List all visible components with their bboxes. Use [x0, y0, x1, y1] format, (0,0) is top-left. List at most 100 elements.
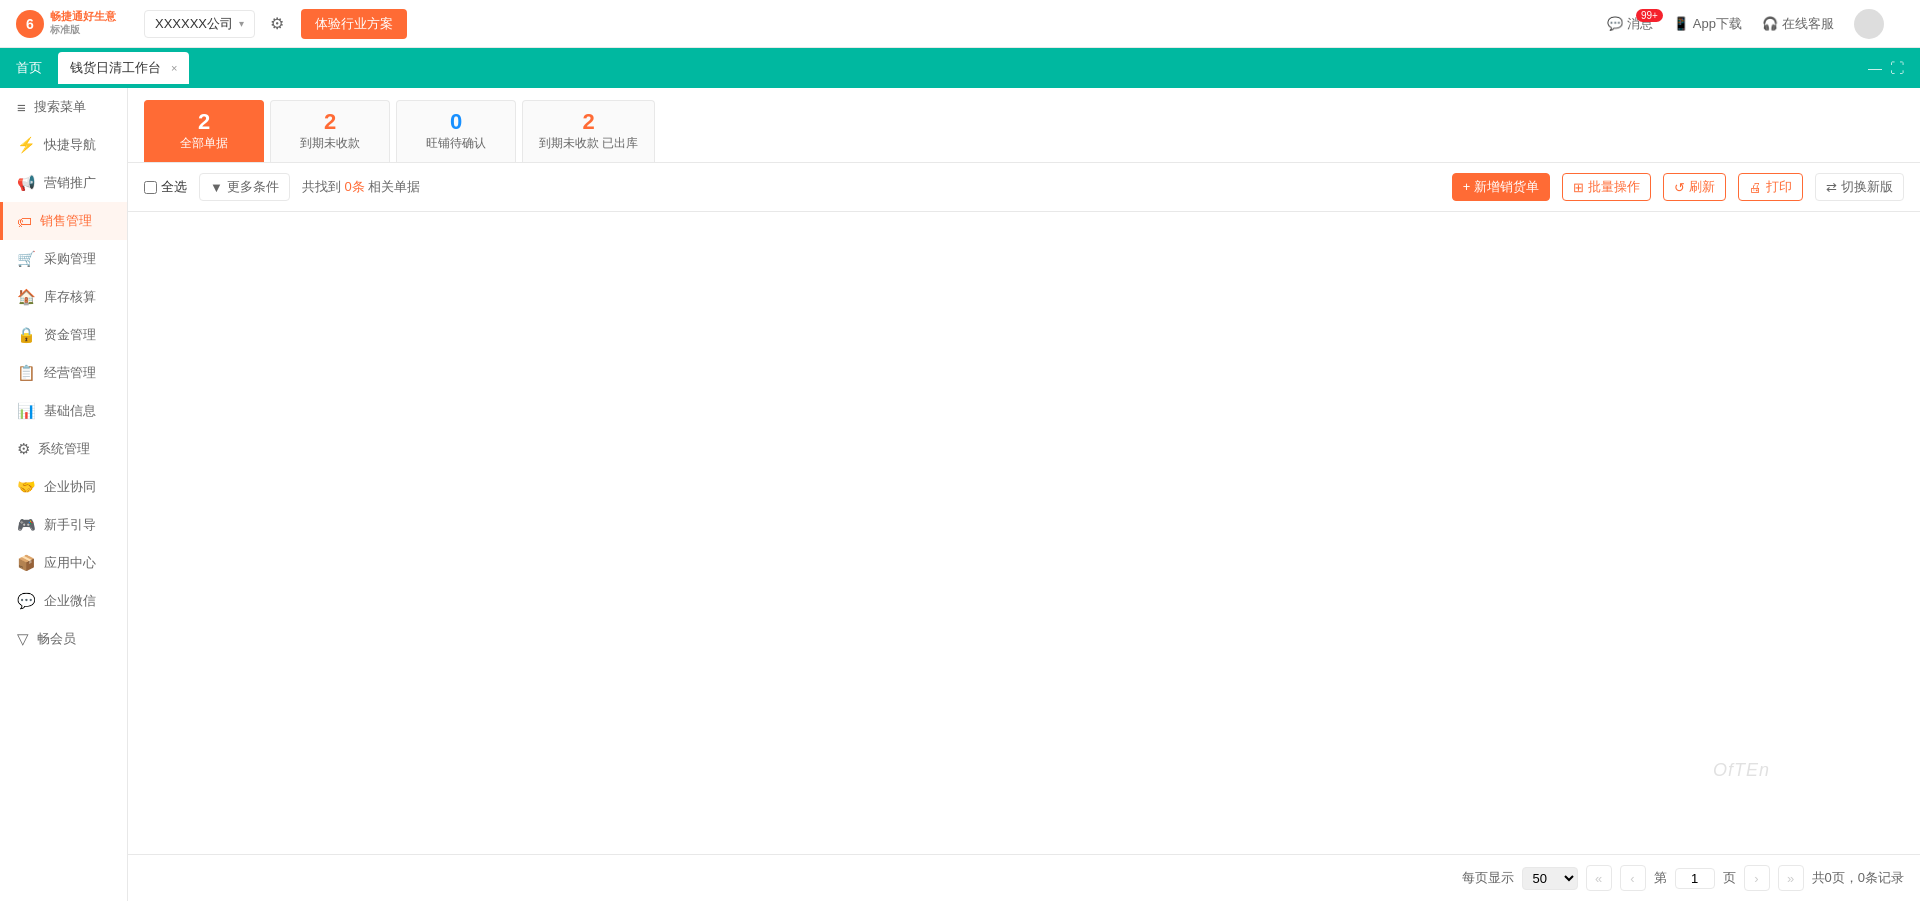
refresh-btn[interactable]: ↺ 刷新: [1663, 173, 1726, 201]
operations-icon: 📋: [17, 364, 36, 382]
sidebar-item-label: 企业协同: [44, 478, 96, 496]
batch-btn[interactable]: ⊞ 批量操作: [1562, 173, 1651, 201]
sidebar-item-corp-wechat[interactable]: 💬 企业微信: [0, 582, 127, 620]
stats-num-overdue-out: 2: [583, 109, 595, 135]
messages-btn[interactable]: 💬 消息 99+: [1607, 15, 1653, 33]
stats-tab-overdue[interactable]: 2 到期未收款: [270, 100, 390, 162]
stats-tab-all[interactable]: 2 全部单据: [144, 100, 264, 162]
stats-label-wangpu: 旺铺待确认: [426, 135, 486, 152]
stats-tab-wangpu[interactable]: 0 旺铺待确认: [396, 100, 516, 162]
sidebar-item-operations[interactable]: 📋 经营管理: [0, 354, 127, 392]
enterprise-icon: 🤝: [17, 478, 36, 496]
sidebar-item-newbie[interactable]: 🎮 新手引导: [0, 506, 127, 544]
tab-close-icon[interactable]: ×: [171, 62, 177, 74]
sidebar-item-app-center[interactable]: 📦 应用中心: [0, 544, 127, 582]
filter-label: 更多条件: [227, 178, 279, 196]
table-area: [128, 212, 1920, 854]
minimize-btn[interactable]: —: [1868, 60, 1882, 76]
last-page-btn[interactable]: »: [1778, 865, 1804, 891]
sidebar-item-purchase[interactable]: 🛒 采购管理: [0, 240, 127, 278]
sidebar-item-label: 畅会员: [37, 630, 76, 648]
stats-tab-overdue-out[interactable]: 2 到期未收款 已出库: [522, 100, 655, 162]
company-selector[interactable]: XXXXXX公司 ▾: [144, 10, 255, 38]
switch-version-btn[interactable]: ⇄ 切换新版: [1815, 173, 1904, 201]
sidebar-item-base-info[interactable]: 📊 基础信息: [0, 392, 127, 430]
sidebar-item-search-menu[interactable]: ≡ 搜索菜单: [0, 88, 127, 126]
stats-tabs: 2 全部单据 2 到期未收款 0 旺铺待确认 2 到期未收款 已出库: [128, 88, 1920, 163]
sidebar-item-capital[interactable]: 🔒 资金管理: [0, 316, 127, 354]
settings-icon[interactable]: ⚙: [263, 10, 291, 38]
refresh-icon: ↺: [1674, 180, 1685, 195]
tab-label: 钱货日清工作台: [70, 59, 161, 77]
page-input[interactable]: [1675, 868, 1715, 889]
sidebar-item-marketing[interactable]: 📢 营销推广: [0, 164, 127, 202]
checkbox-input[interactable]: [144, 181, 157, 194]
sidebar-item-label: 应用中心: [44, 554, 96, 572]
sidebar-item-quick-nav[interactable]: ⚡ 快捷导航: [0, 126, 127, 164]
app-sub: 标准版: [50, 23, 116, 37]
select-all-checkbox[interactable]: 全选: [144, 178, 187, 196]
message-icon: 💬: [1607, 16, 1623, 31]
stats-label-all: 全部单据: [180, 135, 228, 152]
chevron-down-icon: ▾: [239, 18, 244, 29]
prev-page-btn[interactable]: ‹: [1620, 865, 1646, 891]
sidebar-item-label: 营销推广: [44, 174, 96, 192]
message-badge: 99+: [1636, 9, 1663, 22]
filter-icon: ▼: [210, 180, 223, 195]
search-menu-icon: ≡: [17, 99, 26, 116]
app-name: 畅捷通好生意: [50, 10, 116, 23]
topbar: 6 畅捷通好生意 标准版 XXXXXX公司 ▾ ⚙ 体验行业方案 💬 消息 99…: [0, 0, 1920, 48]
company-name: XXXXXX公司: [155, 15, 233, 33]
filter-btn[interactable]: ▼ 更多条件: [199, 173, 290, 201]
maximize-btn[interactable]: ⛶: [1890, 60, 1904, 76]
pagination: 每页显示 20 50 100 « ‹ 第 页 › » 共0页，0条记录: [128, 854, 1920, 901]
tab-home[interactable]: 首页: [0, 48, 58, 88]
sidebar-item-label: 资金管理: [44, 326, 96, 344]
page-size-label: 每页显示: [1462, 869, 1514, 887]
sidebar: ≡ 搜索菜单 ⚡ 快捷导航 📢 营销推广 🏷 销售管理 🛒 采购管理 🏠 库存核…: [0, 88, 128, 901]
page-size-select[interactable]: 20 50 100: [1522, 867, 1578, 890]
sidebar-item-label: 销售管理: [40, 212, 92, 230]
member-icon: ▽: [17, 630, 29, 648]
sidebar-item-label: 搜索菜单: [34, 98, 86, 116]
sidebar-item-member[interactable]: ▽ 畅会员: [0, 620, 127, 658]
online-service-btn[interactable]: 🎧 在线客服: [1762, 15, 1834, 33]
tabbar: 首页 钱货日清工作台 × — ⛶: [0, 48, 1920, 88]
trial-btn[interactable]: 体验行业方案: [301, 9, 407, 39]
corp-wechat-icon: 💬: [17, 592, 36, 610]
toolbar-left: 全选 ▼ 更多条件 共找到 0条 相关单据: [144, 173, 1440, 201]
tab-active[interactable]: 钱货日清工作台 ×: [58, 52, 189, 84]
sidebar-item-label: 系统管理: [38, 440, 90, 458]
found-count: 0条: [345, 179, 365, 194]
quick-nav-icon: ⚡: [17, 136, 36, 154]
base-info-icon: 📊: [17, 402, 36, 420]
avatar[interactable]: [1854, 9, 1884, 39]
toolbar-right: + 新增销货单 ⊞ 批量操作 ↺ 刷新 🖨 打印 ⇄ 切换新版: [1452, 173, 1904, 201]
app-download-btn[interactable]: 📱 App下载: [1673, 15, 1742, 33]
print-btn[interactable]: 🖨 打印: [1738, 173, 1803, 201]
app-logo: 6 畅捷通好生意 标准版: [16, 10, 144, 38]
sidebar-item-enterprise[interactable]: 🤝 企业协同: [0, 468, 127, 506]
sales-icon: 🏷: [17, 213, 32, 230]
sidebar-item-label: 快捷导航: [44, 136, 96, 154]
sidebar-item-system[interactable]: ⚙ 系统管理: [0, 430, 127, 468]
online-service-label: 在线客服: [1782, 15, 1834, 33]
sidebar-item-inventory[interactable]: 🏠 库存核算: [0, 278, 127, 316]
batch-icon: ⊞: [1573, 180, 1584, 195]
sidebar-item-label: 库存核算: [44, 288, 96, 306]
sidebar-item-sales[interactable]: 🏷 销售管理: [0, 202, 127, 240]
switch-icon: ⇄: [1826, 180, 1837, 195]
next-page-btn[interactable]: ›: [1744, 865, 1770, 891]
sidebar-item-label: 企业微信: [44, 592, 96, 610]
download-icon: 📱: [1673, 16, 1689, 31]
newbie-icon: 🎮: [17, 516, 36, 534]
service-icon: 🎧: [1762, 16, 1778, 31]
stats-label-overdue: 到期未收款: [300, 135, 360, 152]
first-page-btn[interactable]: «: [1586, 865, 1612, 891]
page-label2: 页: [1723, 869, 1736, 887]
topbar-right: 💬 消息 99+ 📱 App下载 🎧 在线客服: [1607, 9, 1904, 39]
new-sale-btn[interactable]: + 新增销货单: [1452, 173, 1550, 201]
total-text: 共0页，0条记录: [1812, 869, 1904, 887]
stats-num-wangpu: 0: [450, 109, 462, 135]
window-controls: — ⛶: [1868, 60, 1920, 76]
